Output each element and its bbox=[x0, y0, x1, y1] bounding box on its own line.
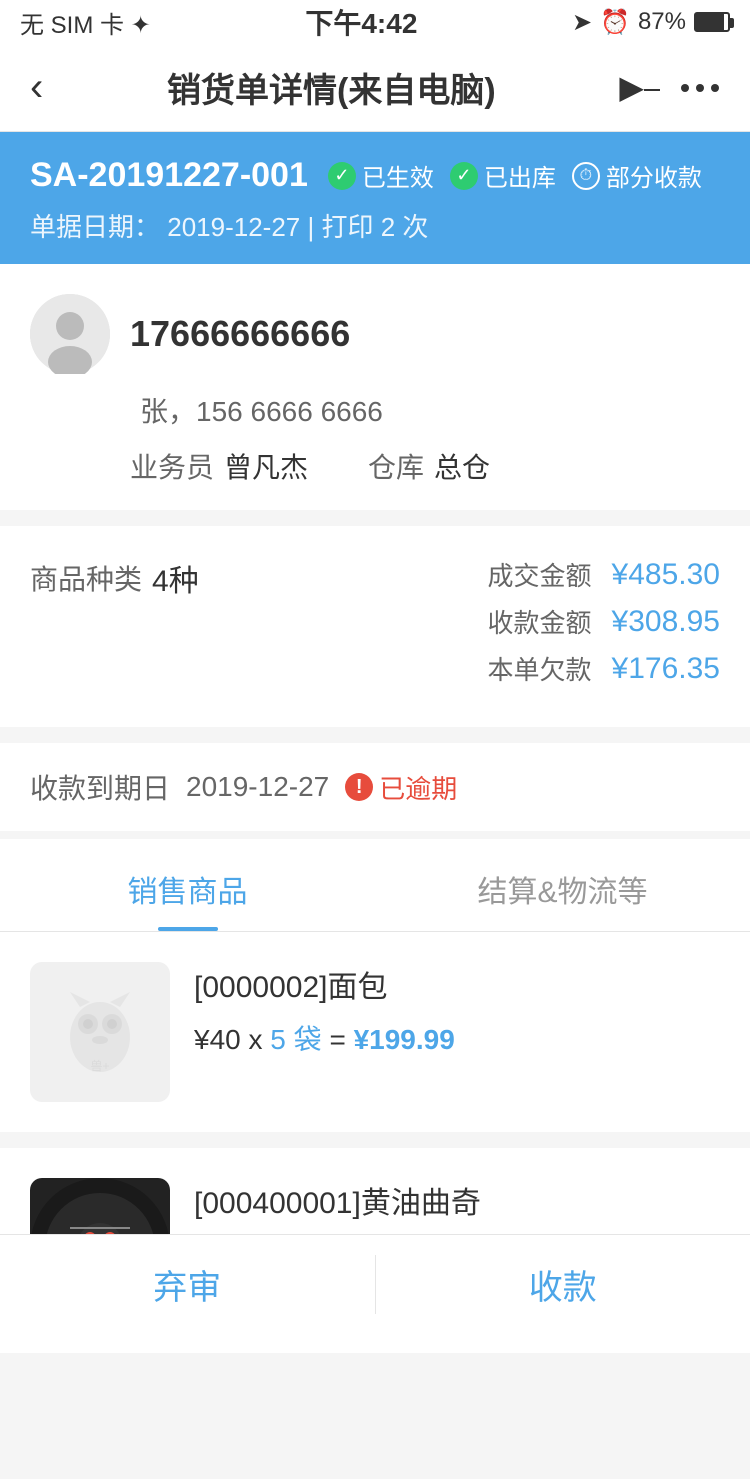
order-number: SA-20191227-001 bbox=[30, 156, 308, 195]
customer-id: 17666666666 bbox=[130, 313, 350, 355]
received-row: 收款金额 ¥308.95 bbox=[488, 603, 720, 640]
overdue-badge: ! 已逾期 bbox=[345, 769, 457, 806]
sales-label: 业务员 bbox=[130, 446, 214, 486]
back-button[interactable]: ‹ bbox=[30, 65, 43, 110]
customer-avatar bbox=[30, 294, 110, 374]
badge-partial: ⏱ 部分收款 bbox=[572, 158, 702, 193]
badge-partial-label: 部分收款 bbox=[606, 158, 702, 193]
customer-row: 17666666666 bbox=[30, 294, 720, 374]
sales-person-value: 曾凡杰 bbox=[224, 446, 308, 486]
order-badges: ✓ 已生效 ✓ 已出库 ⏱ 部分收款 bbox=[328, 158, 702, 193]
battery-icon bbox=[694, 12, 730, 32]
category-count: 4种 bbox=[152, 556, 199, 600]
alarm-icon: ⏰ bbox=[600, 8, 630, 37]
status-left: 无 SIM 卡 ✦ bbox=[20, 5, 151, 40]
unit-price-1: ¥40 bbox=[194, 1024, 241, 1055]
received-label: 收款金额 bbox=[488, 603, 592, 640]
due-date-section: 收款到期日 2019-12-27 ! 已逾期 bbox=[0, 743, 750, 831]
tabs-bar: 销售商品 结算&物流等 bbox=[0, 839, 750, 932]
warehouse-label: 仓库 bbox=[368, 446, 424, 486]
badge-shipped-label: 已出库 bbox=[484, 158, 556, 193]
products-list: 兽+ [0000002]面包 ¥40 x 5 袋 = ¥199.99 bbox=[0, 932, 750, 1479]
order-date-line: 单据日期： 2019-12-27 | 打印 2 次 bbox=[30, 207, 720, 244]
more-icon[interactable] bbox=[680, 78, 720, 98]
customer-section: 17666666666 张，156 6666 6666 业务员 曾凡杰 仓库 总… bbox=[0, 264, 750, 510]
print-suffix: 次 bbox=[402, 212, 428, 242]
tab-settlement[interactable]: 结算&物流等 bbox=[375, 839, 750, 931]
amount-row: 成交金额 ¥485.30 bbox=[488, 556, 720, 593]
unit-1: 袋 bbox=[294, 1024, 322, 1055]
category-label: 商品种类 bbox=[30, 558, 142, 598]
qty-1: 5 bbox=[270, 1024, 286, 1055]
sales-person-item: 业务员 曾凡杰 bbox=[130, 446, 308, 486]
tab-settlement-label: 结算&物流等 bbox=[477, 876, 647, 909]
confirm-button[interactable]: 收款 bbox=[376, 1235, 750, 1334]
badge-shipped: ✓ 已出库 bbox=[450, 158, 556, 193]
order-date: 2019-12-27 bbox=[167, 212, 300, 242]
badge-effective: ✓ 已生效 bbox=[328, 158, 434, 193]
product-name-2: [000400001]黄油曲奇 bbox=[194, 1178, 720, 1222]
sim-status: 无 SIM 卡 ✦ bbox=[20, 5, 151, 40]
status-time: 下午4:42 bbox=[305, 2, 417, 42]
check-icon-1: ✓ bbox=[328, 162, 356, 190]
bottom-bar: 弃审 收款 bbox=[0, 1234, 750, 1334]
amount-value: ¥485.30 bbox=[612, 558, 720, 592]
clock-icon: ⏱ bbox=[572, 162, 600, 190]
location-icon: ➤ bbox=[572, 8, 592, 37]
stats-section: 商品种类 4种 成交金额 ¥485.30 收款金额 ¥308.95 本单欠款 ¥… bbox=[0, 526, 750, 727]
order-header: SA-20191227-001 ✓ 已生效 ✓ 已出库 ⏱ 部分收款 单据日期：… bbox=[0, 132, 750, 264]
svg-text:兽+: 兽+ bbox=[90, 1059, 109, 1073]
product-item-1: 兽+ [0000002]面包 ¥40 x 5 袋 = ¥199.99 bbox=[0, 932, 750, 1132]
product-name-1: [0000002]面包 bbox=[194, 962, 720, 1006]
overdue-label: 已逾期 bbox=[379, 769, 457, 806]
amount-label: 成交金额 bbox=[488, 556, 592, 593]
battery-level: 87% bbox=[638, 8, 686, 36]
cancel-button[interactable]: 弃审 bbox=[0, 1235, 375, 1334]
category-stats: 商品种类 4种 bbox=[30, 556, 199, 600]
share-icon[interactable]: ▶⎯ bbox=[619, 68, 660, 107]
overdue-icon: ! bbox=[345, 773, 373, 801]
nav-actions: ▶⎯ bbox=[619, 68, 720, 107]
product-price-1: ¥40 x 5 袋 = ¥199.99 bbox=[194, 1018, 720, 1058]
check-icon-2: ✓ bbox=[450, 162, 478, 190]
tab-products[interactable]: 销售商品 bbox=[0, 839, 375, 931]
debt-value: ¥176.35 bbox=[612, 652, 720, 686]
product-info-1: [0000002]面包 ¥40 x 5 袋 = ¥199.99 bbox=[194, 962, 720, 1058]
date-label: 单据日期： bbox=[30, 212, 160, 242]
tab-products-label: 销售商品 bbox=[128, 876, 248, 909]
warehouse-item: 仓库 总仓 bbox=[368, 446, 490, 486]
due-date-label: 收款到期日 bbox=[30, 767, 170, 807]
status-bar: 无 SIM 卡 ✦ 下午4:42 ➤ ⏰ 87% bbox=[0, 0, 750, 44]
tab-underline bbox=[158, 927, 218, 931]
customer-name-phone: 张，156 6666 6666 bbox=[140, 390, 720, 430]
nav-bar: ‹ 销货单详情(来自电脑) ▶⎯ bbox=[0, 44, 750, 132]
print-label: | 打印 bbox=[307, 212, 373, 242]
page-title: 销货单详情(来自电脑) bbox=[167, 63, 496, 112]
product-thumb-1: 兽+ bbox=[30, 962, 170, 1102]
debt-label: 本单欠款 bbox=[488, 650, 592, 687]
print-count: 2 bbox=[381, 212, 395, 242]
badge-effective-label: 已生效 bbox=[362, 158, 434, 193]
debt-row: 本单欠款 ¥176.35 bbox=[488, 650, 720, 687]
total-1: ¥199.99 bbox=[354, 1024, 455, 1055]
due-date-value: 2019-12-27 bbox=[186, 771, 329, 803]
financial-stats: 成交金额 ¥485.30 收款金额 ¥308.95 本单欠款 ¥176.35 bbox=[488, 556, 720, 697]
status-right: ➤ ⏰ 87% bbox=[572, 8, 730, 37]
warehouse-value: 总仓 bbox=[434, 446, 490, 486]
received-value: ¥308.95 bbox=[612, 605, 720, 639]
bottom-spacer bbox=[0, 1369, 750, 1479]
customer-meta: 业务员 曾凡杰 仓库 总仓 bbox=[130, 446, 720, 486]
